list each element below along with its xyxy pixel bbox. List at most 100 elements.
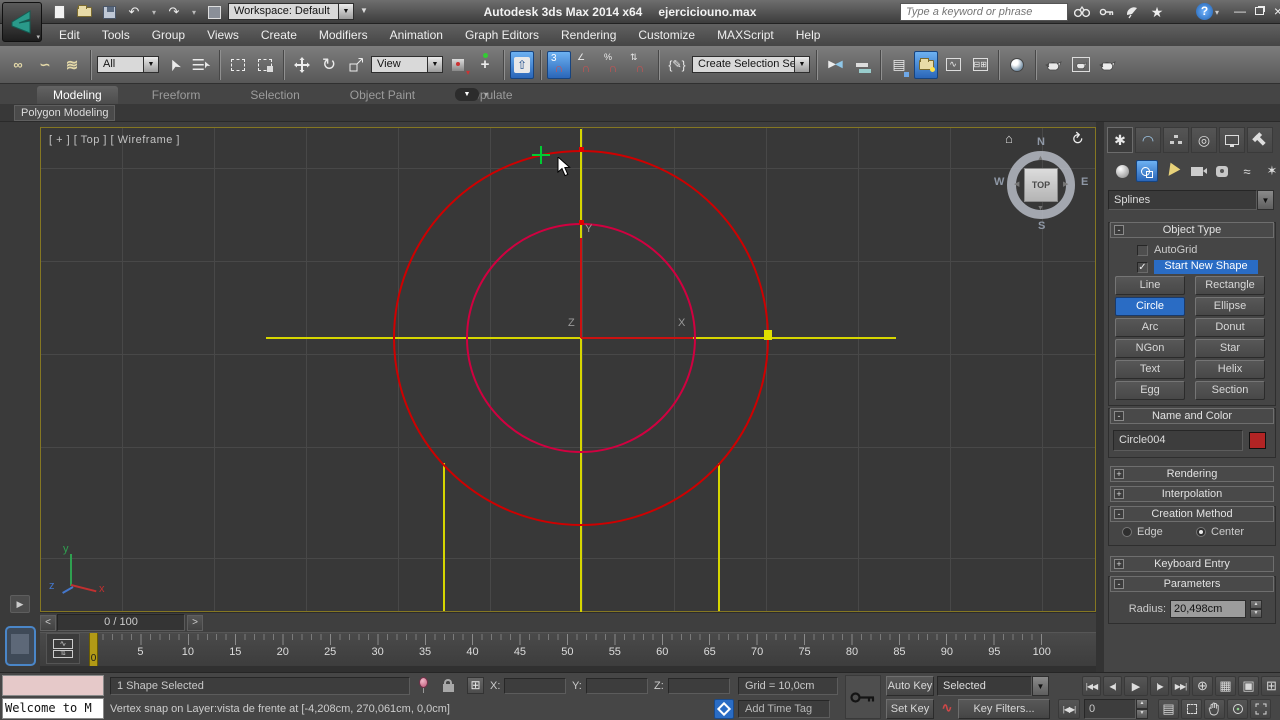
schematic-view-icon[interactable]: ⊟⊞: [968, 51, 992, 79]
rollout-rendering[interactable]: + Rendering: [1110, 466, 1274, 482]
rollout-object-type[interactable]: - Object Type: [1110, 222, 1274, 238]
go-to-start-button[interactable]: |◀◀: [1082, 676, 1101, 696]
unlink-selection-icon[interactable]: ∽: [33, 51, 57, 79]
key-filters-button[interactable]: Key Filters...: [958, 699, 1050, 719]
next-frame-button[interactable]: >: [187, 615, 203, 631]
rollout-interpolation[interactable]: + Interpolation: [1110, 486, 1274, 502]
ribbon-toggle-icon[interactable]: [914, 50, 938, 79]
dropdown-arrow-icon[interactable]: ▼: [1032, 676, 1049, 696]
help-flyout-icon[interactable]: ▾: [1215, 8, 1219, 17]
motion-tab[interactable]: ◎: [1191, 127, 1217, 153]
key-filter-curve-icon[interactable]: ∿: [938, 699, 956, 719]
viewcube-top-face[interactable]: TOP: [1024, 168, 1058, 202]
viewcube-east-label[interactable]: E: [1081, 176, 1088, 188]
menu-item[interactable]: Rendering: [550, 24, 627, 46]
hierarchy-tab[interactable]: [1163, 127, 1189, 153]
viewcube-south-label[interactable]: S: [1038, 220, 1045, 232]
polygon-modeling-panel-button[interactable]: Polygon Modeling: [14, 105, 116, 121]
object-color-swatch[interactable]: [1249, 432, 1266, 449]
collapse-icon[interactable]: +: [1114, 469, 1124, 479]
selection-filter-dropdown[interactable]: All ▼: [97, 56, 159, 73]
workspace-flyout-icon[interactable]: ▼: [360, 6, 368, 15]
spinner-snap-icon[interactable]: ⇅ ∩: [628, 51, 652, 79]
set-key-button[interactable]: Set Key: [886, 699, 934, 719]
adaptive-degradation-icon[interactable]: [714, 699, 734, 719]
next-frame-transport-button[interactable]: |▶: [1150, 676, 1169, 696]
ribbon-tab[interactable]: Modeling: [37, 86, 118, 104]
collapse-icon[interactable]: -: [1114, 411, 1124, 421]
minimize-button[interactable]: —: [1232, 4, 1248, 18]
zoom-extents-icon[interactable]: ▣: [1238, 676, 1259, 696]
project-folder-icon[interactable]: [205, 3, 223, 21]
angle-snap-icon[interactable]: ∠ ∩: [574, 51, 598, 79]
communication-center-icon[interactable]: [1122, 3, 1142, 21]
current-frame-spinner[interactable]: 0 ▲ ▼: [1084, 699, 1148, 719]
z-coordinate-field[interactable]: [668, 678, 730, 694]
zoom-icon[interactable]: ⊕: [1192, 676, 1213, 696]
dropdown-arrow-icon[interactable]: ▼: [1257, 190, 1274, 210]
viewcube-arrow-left-icon[interactable]: ◀: [1014, 180, 1019, 188]
shape-button[interactable]: Arc: [1115, 318, 1185, 337]
menu-item[interactable]: Create: [250, 24, 308, 46]
rendered-frame-window-icon[interactable]: [1069, 51, 1093, 79]
sign-in-key-icon[interactable]: [1097, 3, 1117, 21]
key-mode-toggle-button[interactable]: |◀▶|: [1058, 699, 1080, 719]
menu-item[interactable]: Modifiers: [308, 24, 379, 46]
radius-spinner[interactable]: ▲ ▼: [1250, 600, 1262, 618]
time-slider-handle[interactable]: 0: [89, 633, 98, 666]
search-binoculars-icon[interactable]: [1072, 3, 1092, 21]
shape-button[interactable]: NGon: [1115, 339, 1185, 358]
render-production-icon[interactable]: [1096, 51, 1120, 79]
select-manipulate-icon[interactable]: +: [473, 51, 497, 79]
menu-item[interactable]: Edit: [48, 24, 91, 46]
undo-icon[interactable]: ↶: [125, 3, 143, 21]
restore-button[interactable]: [1251, 4, 1267, 18]
viewcube-west-label[interactable]: W: [994, 176, 1004, 188]
select-link-icon[interactable]: ∞: [6, 51, 30, 79]
ribbon-minimize-icon[interactable]: ▼: [455, 88, 479, 101]
collapse-icon[interactable]: +: [1114, 489, 1124, 499]
named-selection-dropdown[interactable]: Create Selection Se ▼: [692, 56, 810, 73]
maxscript-mini-listener-pink[interactable]: [2, 675, 104, 696]
lights-icon[interactable]: [1161, 160, 1183, 182]
expand-arrow-button[interactable]: ▶: [10, 595, 30, 613]
x-coordinate-field[interactable]: [504, 678, 566, 694]
radius-field[interactable]: 20,498cm: [1170, 600, 1246, 618]
utilities-tab[interactable]: [1247, 127, 1273, 153]
mini-curve-editor-button[interactable]: ∿ ⇅: [46, 633, 80, 664]
previous-frame-transport-button[interactable]: ◀|: [1103, 676, 1122, 696]
collapse-icon[interactable]: -: [1114, 225, 1124, 235]
save-icon[interactable]: [100, 3, 118, 21]
max-logo-button[interactable]: ▾: [2, 2, 42, 42]
degradation-override-icon[interactable]: ▤: [1158, 699, 1179, 719]
ribbon-tab[interactable]: Selection: [234, 86, 315, 104]
start-new-shape-checkbox[interactable]: ✓: [1137, 261, 1148, 273]
shape-button[interactable]: Egg: [1115, 381, 1185, 400]
viewcube-arrow-down-icon[interactable]: ▼: [1037, 205, 1044, 212]
add-time-tag[interactable]: Add Time Tag: [738, 700, 830, 718]
percent-snap-icon[interactable]: % ∩: [601, 51, 625, 79]
menu-item[interactable]: Views: [196, 24, 250, 46]
frame-spinner-arrows[interactable]: ▲ ▼: [1136, 699, 1148, 719]
frame-number-field[interactable]: 0: [1084, 699, 1136, 719]
viewport-label[interactable]: [ + ] [ Top ] [ Wireframe ]: [49, 134, 180, 146]
align-icon[interactable]: [850, 51, 874, 79]
render-setup-icon[interactable]: [1042, 51, 1066, 79]
shape-button[interactable]: Text: [1115, 360, 1185, 379]
curve-editor-icon[interactable]: ∿: [941, 51, 965, 79]
shape-button[interactable]: Rectangle: [1195, 276, 1265, 295]
rollout-keyboard-entry[interactable]: + Keyboard Entry: [1110, 556, 1274, 572]
material-editor-icon[interactable]: [1005, 51, 1029, 79]
zoom-region-icon[interactable]: [1181, 699, 1202, 719]
mirror-icon[interactable]: ▶ ◀: [823, 51, 847, 79]
keyboard-override-icon[interactable]: ⇧: [510, 50, 534, 79]
dropdown-arrow-icon[interactable]: ▼: [338, 3, 354, 20]
collapse-icon[interactable]: -: [1114, 579, 1124, 589]
pin-icon[interactable]: [419, 677, 428, 693]
collapse-icon[interactable]: +: [1114, 559, 1124, 569]
dropdown-arrow-icon[interactable]: ▼: [143, 56, 159, 73]
pan-hand-icon[interactable]: [1204, 699, 1225, 719]
layer-manager-icon[interactable]: ▤: [887, 51, 911, 79]
snaps-toggle-icon[interactable]: 3 ∩: [547, 50, 571, 79]
orbit-icon[interactable]: [1227, 699, 1248, 719]
